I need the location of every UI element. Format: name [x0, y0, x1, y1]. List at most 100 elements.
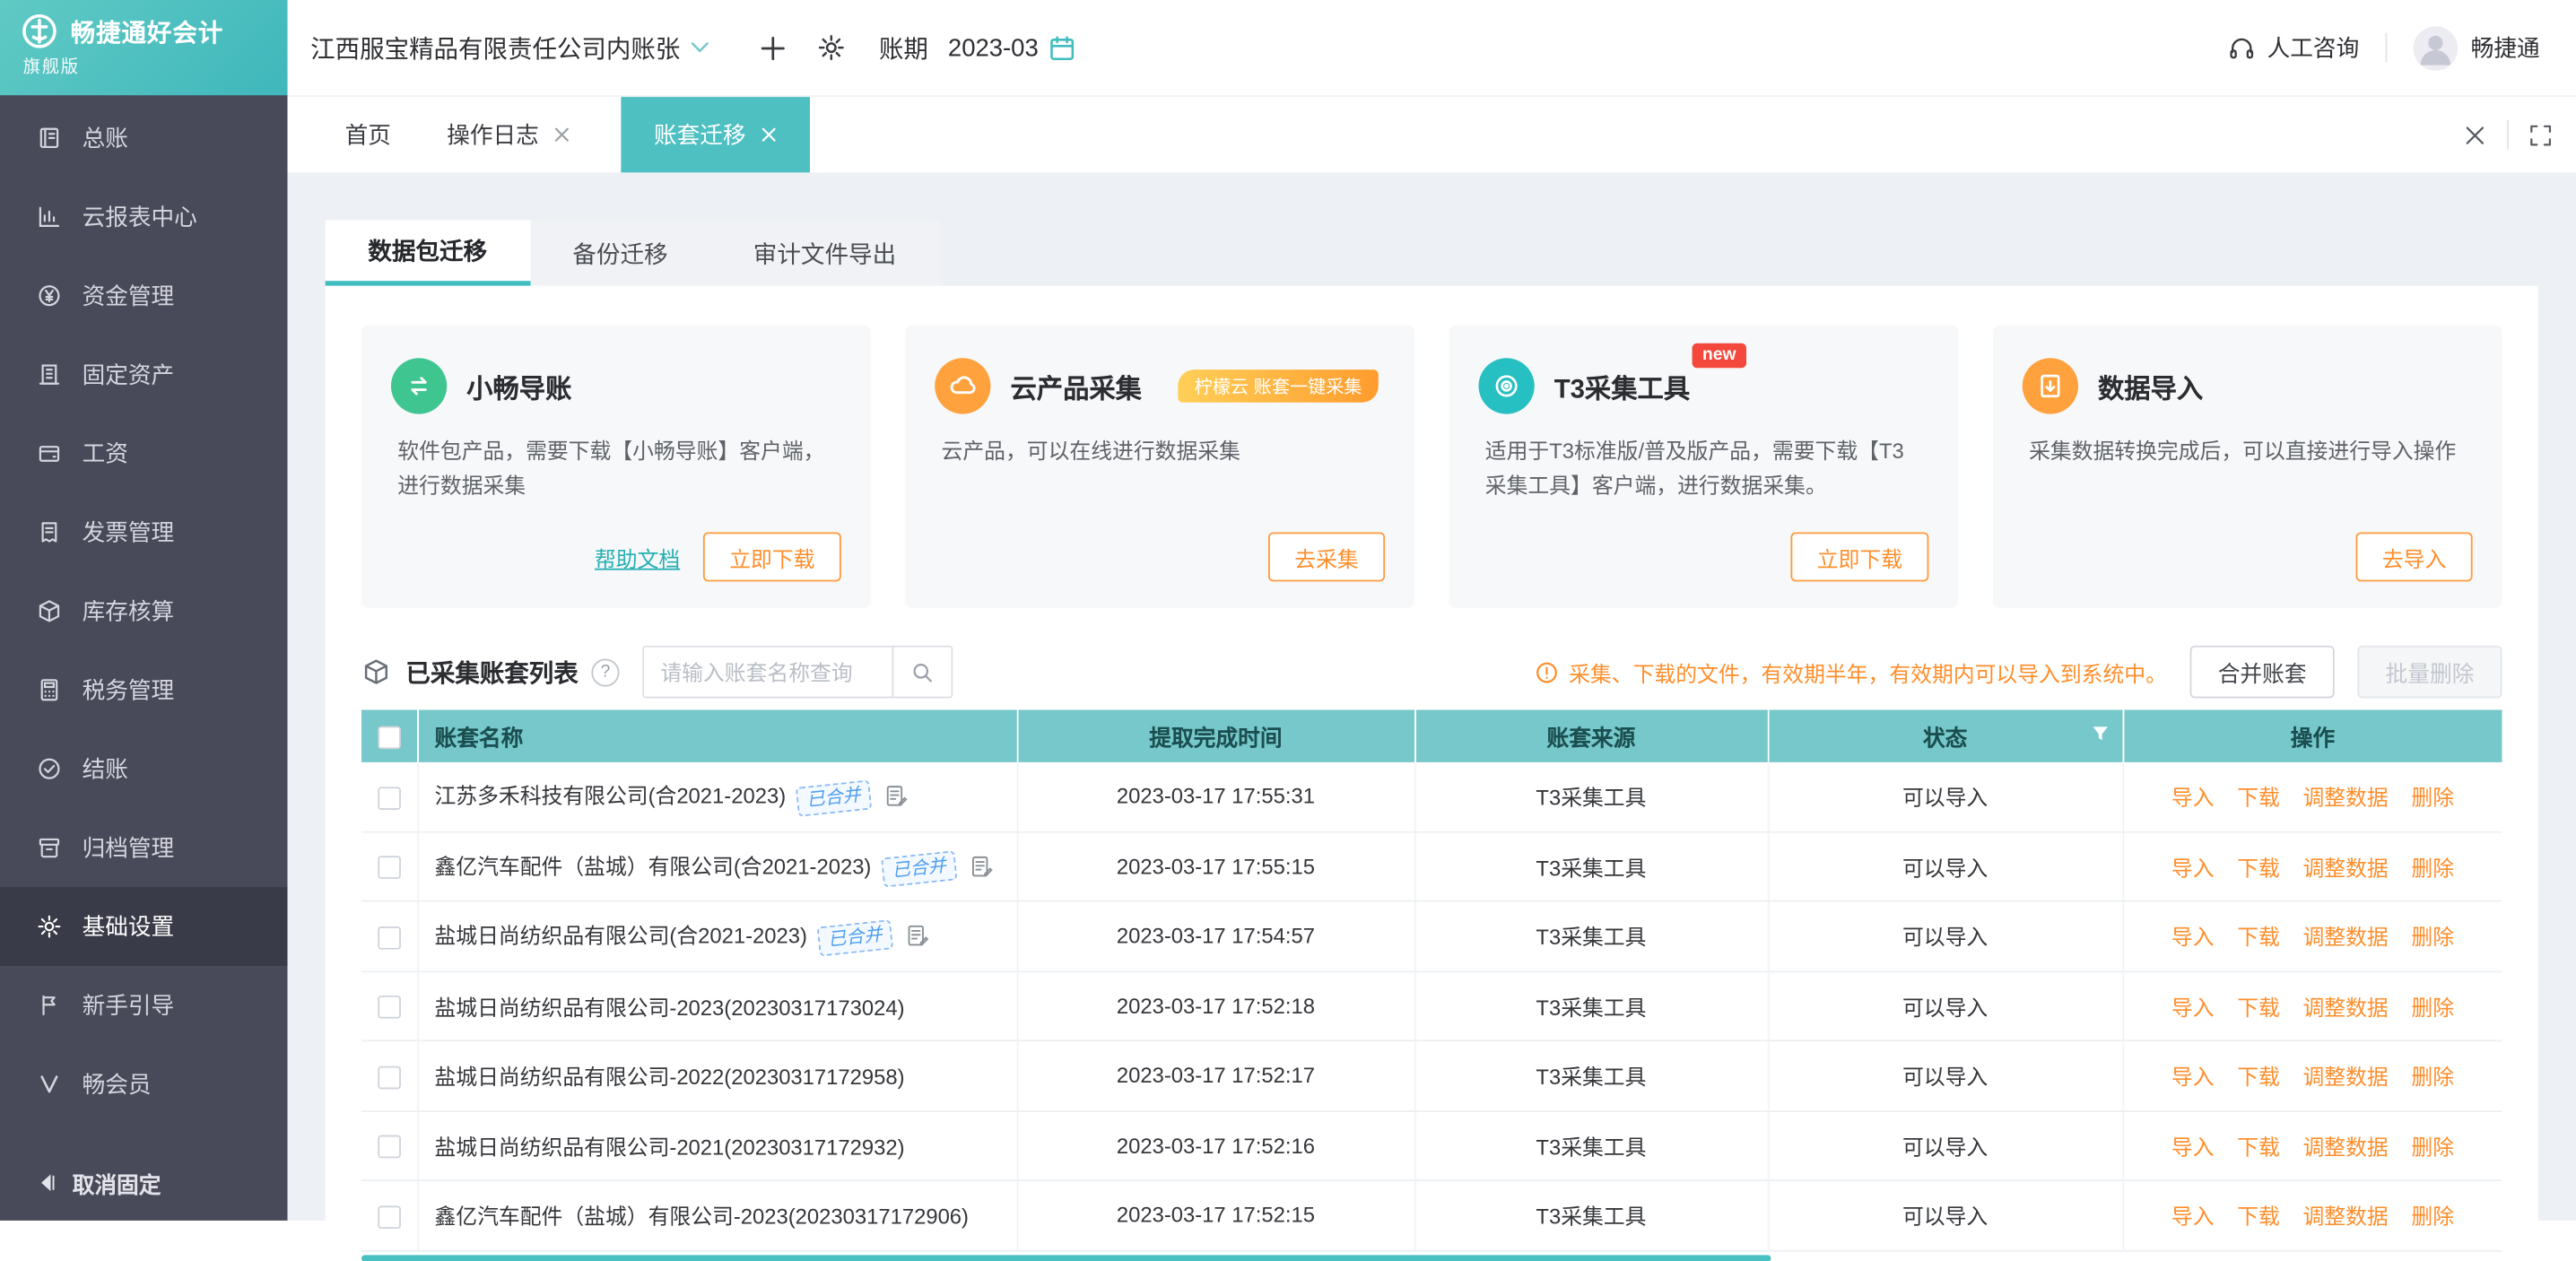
add-account-set-button[interactable] [759, 34, 787, 62]
select-all-checkbox[interactable] [377, 726, 401, 749]
sidebar-item-basic-settings[interactable]: 基础设置 [0, 887, 288, 966]
search-button[interactable] [892, 645, 953, 699]
row-checkbox[interactable] [377, 1204, 401, 1229]
download-link[interactable]: 下载 [2237, 996, 2280, 1020]
account-set-name: 盐城日尚纺织品有限公司-2023(20230317173024) [434, 995, 905, 1020]
import-link[interactable]: 导入 [2171, 926, 2215, 950]
adjust-data-link[interactable]: 调整数据 [2302, 1065, 2388, 1089]
sidebar-item-closing[interactable]: 结账 [0, 729, 288, 808]
sidebar-item-tax[interactable]: 税务管理 [0, 650, 288, 729]
tab-account-migration[interactable]: 账套迁移 [621, 97, 810, 173]
report-chart-icon [36, 204, 62, 230]
delete-link[interactable]: 删除 [2411, 1204, 2454, 1229]
transfer-icon [390, 358, 448, 414]
import-link[interactable]: 导入 [2171, 1135, 2215, 1159]
username[interactable]: 畅捷通 [2471, 31, 2540, 65]
download-link[interactable]: 下载 [2237, 786, 2280, 810]
sidebar-item-label: 云报表中心 [82, 204, 197, 230]
import-link[interactable]: 导入 [2171, 786, 2215, 810]
download-link[interactable]: 下载 [2237, 926, 2280, 950]
support-button[interactable]: 人工咨询 [2228, 31, 2359, 65]
vip-icon [36, 1071, 62, 1097]
sidebar-item-inventory[interactable]: 库存核算 [0, 571, 288, 650]
row-checkbox[interactable] [377, 856, 401, 879]
download-link[interactable]: 下载 [2237, 1065, 2280, 1089]
tab-backup-migration[interactable]: 备份迁移 [529, 220, 711, 286]
close-tab-icon[interactable] [553, 126, 570, 143]
ledger-icon [36, 125, 62, 151]
download-now-button[interactable]: 立即下载 [702, 532, 841, 582]
download-link[interactable]: 下载 [2237, 1204, 2280, 1229]
tab-data-package-migration[interactable]: 数据包迁移 [325, 220, 530, 286]
tab-audit-file-export[interactable]: 审计文件导出 [710, 220, 939, 286]
row-checkbox[interactable] [377, 1135, 401, 1159]
tab-operation-log[interactable]: 操作日志 [419, 97, 598, 172]
calendar-icon[interactable] [1049, 34, 1076, 62]
close-tab-icon[interactable] [761, 126, 777, 143]
chevron-down-icon[interactable] [690, 41, 709, 55]
download-link[interactable]: 下载 [2237, 1135, 2280, 1159]
table-row: 盐城日尚纺织品有限公司(合2021-2023) 已合并 2023-03-17 17… [361, 900, 2502, 972]
row-checkbox[interactable] [377, 786, 401, 810]
period-picker[interactable]: 2023-03 [948, 34, 1076, 62]
download-link[interactable]: 下载 [2237, 856, 2280, 880]
column-name: 账套名称 [417, 709, 1018, 762]
row-checkbox[interactable] [377, 1065, 401, 1089]
sidebar-item-onboarding[interactable]: 新手引导 [0, 966, 288, 1045]
help-doc-link[interactable]: 帮助文档 [595, 542, 680, 573]
merge-account-sets-button[interactable]: 合并账套 [2189, 645, 2335, 699]
delete-link[interactable]: 删除 [2411, 856, 2454, 880]
table-row: 盐城日尚纺织品有限公司-2021(20230317172932) 2023-03… [361, 1110, 2502, 1181]
delete-link[interactable]: 删除 [2411, 1065, 2454, 1089]
extract-time: 2023-03-17 17:52:18 [1016, 970, 1415, 1042]
adjust-data-link[interactable]: 调整数据 [2302, 1135, 2388, 1159]
company-selector[interactable]: 江西服宝精品有限责任公司内账张 [310, 30, 680, 65]
table-row: 鑫亿汽车配件（盐城）有限公司-2023(20230317172906) 2023… [361, 1180, 2502, 1251]
close-all-icon[interactable] [2463, 122, 2487, 146]
sidebar-item-cloud-reports[interactable]: 云报表中心 [0, 178, 288, 257]
unpin-sidebar-button[interactable]: 取消固定 [0, 1144, 288, 1220]
delete-link[interactable]: 删除 [2411, 926, 2454, 950]
row-checkbox[interactable] [377, 926, 401, 949]
warning-icon [1535, 659, 1559, 683]
go-import-button[interactable]: 去导入 [2355, 532, 2473, 582]
fullscreen-icon[interactable] [2528, 122, 2553, 146]
adjust-data-link[interactable]: 调整数据 [2302, 786, 2388, 810]
sidebar: 畅捷通好会计 旗舰版 总账 云报表中心 资金管理 固定资产 工资 发票管理 库存… [0, 0, 288, 1221]
go-collect-button[interactable]: 去采集 [1267, 532, 1386, 582]
row-checkbox[interactable] [377, 996, 401, 1019]
merge-detail-icon[interactable] [970, 854, 994, 878]
adjust-data-link[interactable]: 调整数据 [2302, 856, 2388, 880]
import-link[interactable]: 导入 [2171, 1204, 2215, 1229]
sidebar-item-payroll[interactable]: 工资 [0, 414, 288, 493]
filter-funnel-icon[interactable] [2089, 723, 2110, 744]
import-link[interactable]: 导入 [2171, 1065, 2215, 1089]
horizontal-scrollbar[interactable] [361, 1254, 1771, 1261]
batch-delete-button[interactable]: 批量删除 [2357, 645, 2502, 699]
help-icon[interactable]: ? [591, 657, 620, 686]
merge-detail-icon[interactable] [906, 924, 930, 948]
adjust-data-link[interactable]: 调整数据 [2302, 1204, 2388, 1229]
sidebar-item-invoice[interactable]: 发票管理 [0, 492, 288, 571]
import-link[interactable]: 导入 [2171, 856, 2215, 880]
download-now-button[interactable]: 立即下载 [1790, 532, 1929, 582]
extract-time: 2023-03-17 17:55:15 [1016, 831, 1415, 902]
delete-link[interactable]: 删除 [2411, 996, 2454, 1020]
user-avatar[interactable] [2413, 25, 2459, 70]
delete-link[interactable]: 删除 [2411, 1135, 2454, 1159]
sidebar-item-general-ledger[interactable]: 总账 [0, 99, 288, 178]
delete-link[interactable]: 删除 [2411, 786, 2454, 810]
adjust-data-link[interactable]: 调整数据 [2302, 926, 2388, 950]
sidebar-item-member[interactable]: 畅会员 [0, 1045, 288, 1124]
sidebar-item-archive[interactable]: 归档管理 [0, 808, 288, 887]
adjust-data-link[interactable]: 调整数据 [2302, 996, 2388, 1020]
merge-detail-icon[interactable] [884, 784, 909, 808]
card-title: T3采集工具 new [1554, 343, 1746, 405]
search-input[interactable] [642, 645, 892, 699]
settings-icon[interactable] [816, 33, 846, 63]
wallet-icon [36, 440, 62, 466]
sidebar-item-fixed-assets[interactable]: 固定资产 [0, 335, 288, 414]
sidebar-item-funds[interactable]: 资金管理 [0, 257, 288, 335]
import-link[interactable]: 导入 [2171, 996, 2215, 1020]
tab-home[interactable]: 首页 [318, 97, 420, 172]
